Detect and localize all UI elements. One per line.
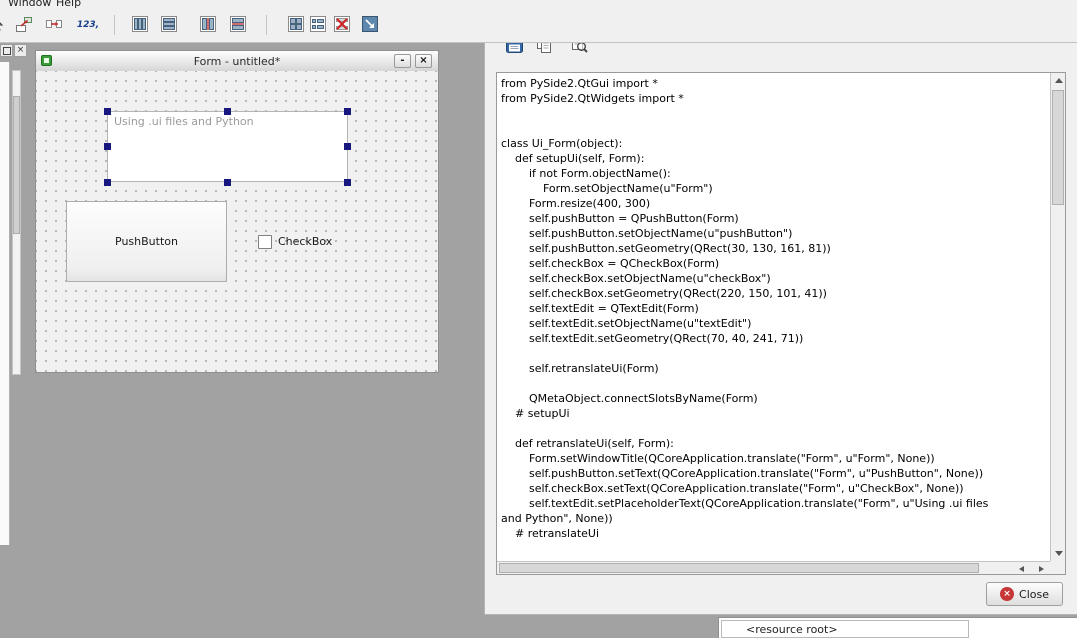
designer-pushbutton-widget[interactable]: PushButton — [66, 201, 227, 282]
scrollbar-thumb[interactable] — [13, 96, 20, 234]
code-view[interactable]: from PySide2.QtGui import * from PySide2… — [496, 72, 1066, 575]
adjust-size-button[interactable] — [358, 13, 382, 37]
widget-box-scrollbar[interactable] — [12, 70, 21, 375]
form-layout-icon — [310, 16, 326, 35]
menu-window[interactable]: Window — [8, 0, 51, 9]
designer-checkbox-widget[interactable]: CheckBox — [258, 221, 359, 262]
dock-close-icon: × — [17, 46, 25, 55]
layout-splitter-vertical-button[interactable] — [226, 13, 250, 37]
code-preview-dialog: from PySide2.QtGui import * from PySide2… — [484, 18, 1077, 615]
layout-vertical-button[interactable] — [157, 13, 181, 37]
widget-box-panel-edge — [0, 62, 10, 545]
scroll-down-icon[interactable] — [1055, 551, 1063, 556]
break-layout-button[interactable] — [330, 13, 354, 37]
dock-float-button[interactable] — [0, 44, 13, 57]
scrollbar-thumb[interactable] — [499, 563, 979, 573]
dock-close-button[interactable]: × — [14, 44, 27, 57]
edit-tab-order-button[interactable]: 123, — [76, 13, 100, 37]
qt-designer-window: Window Help 123, — [0, 0, 1077, 638]
cursor-icon — [0, 16, 6, 35]
generated-code-text[interactable]: from PySide2.QtGui import * from PySide2… — [501, 76, 1049, 559]
close-button[interactable]: × Close — [986, 582, 1063, 606]
edit-signals-slots-button[interactable] — [12, 13, 36, 37]
layout-horizontal-button[interactable] — [128, 13, 152, 37]
layout-vertical-icon — [161, 16, 177, 35]
close-window-button[interactable]: × — [415, 54, 432, 68]
layout-splitter-horizontal-button[interactable] — [196, 13, 220, 37]
scrollbar-thumb[interactable] — [1052, 90, 1064, 205]
break-layout-icon — [334, 16, 350, 35]
splitter-vertical-icon — [230, 16, 246, 35]
selection-handle[interactable] — [104, 179, 111, 186]
resource-root-item[interactable]: <resource root> — [721, 620, 969, 638]
layout-grid-button[interactable] — [284, 13, 308, 37]
selection-handle[interactable] — [104, 108, 111, 115]
code-vertical-scrollbar[interactable] — [1050, 73, 1065, 561]
minimize-button[interactable]: - — [394, 54, 411, 68]
edit-widgets-button[interactable] — [0, 13, 10, 37]
resource-root-label: <resource root> — [722, 623, 838, 636]
form-titlebar[interactable]: Form - untitled* - × — [36, 51, 438, 72]
selection-handle[interactable] — [344, 179, 351, 186]
designer-textedit-widget[interactable]: Using .ui files and Python — [107, 111, 348, 182]
scroll-right-icon[interactable] — [1039, 566, 1044, 572]
grid-layout-icon — [288, 16, 304, 35]
splitter-horizontal-icon — [200, 16, 216, 35]
dock-float-icon — [3, 47, 11, 55]
selection-handle[interactable] — [224, 108, 231, 115]
toolbar-separator — [266, 15, 267, 35]
checkbox-label: CheckBox — [278, 235, 332, 248]
selection-handle[interactable] — [344, 143, 351, 150]
main-toolbar: 123, — [0, 9, 1077, 43]
layout-form-button[interactable] — [306, 13, 330, 37]
edit-buddies-button[interactable] — [42, 13, 66, 37]
checkbox-indicator[interactable] — [258, 235, 272, 249]
scrollbar-corner — [1050, 561, 1065, 574]
adjust-size-icon — [361, 15, 379, 36]
toolbar-separator — [114, 15, 115, 35]
code-horizontal-scrollbar[interactable] — [497, 561, 1050, 574]
menu-help[interactable]: Help — [56, 0, 81, 9]
selection-handle[interactable] — [104, 143, 111, 150]
selection-handle[interactable] — [224, 179, 231, 186]
form-editor-window: Form - untitled* - × Using .ui files and… — [35, 50, 439, 373]
layout-horizontal-icon — [132, 16, 148, 35]
close-button-label: Close — [1019, 588, 1049, 601]
close-circle-icon: × — [1000, 587, 1014, 601]
form-title: Form - untitled* — [36, 55, 438, 68]
form-canvas[interactable]: Using .ui files and Python PushButton Ch… — [36, 71, 438, 372]
resource-browser-panel: <resource root> — [718, 617, 1077, 638]
buddy-arrow-icon — [45, 15, 63, 36]
menubar: Window Help — [0, 0, 1077, 9]
selection-handle[interactable] — [344, 108, 351, 115]
tab-order-icon: 123, — [77, 20, 99, 30]
signal-slot-icon — [15, 15, 33, 36]
scroll-left-icon[interactable] — [1019, 566, 1024, 572]
scroll-up-icon[interactable] — [1055, 78, 1063, 83]
pushbutton-label: PushButton — [115, 235, 178, 248]
